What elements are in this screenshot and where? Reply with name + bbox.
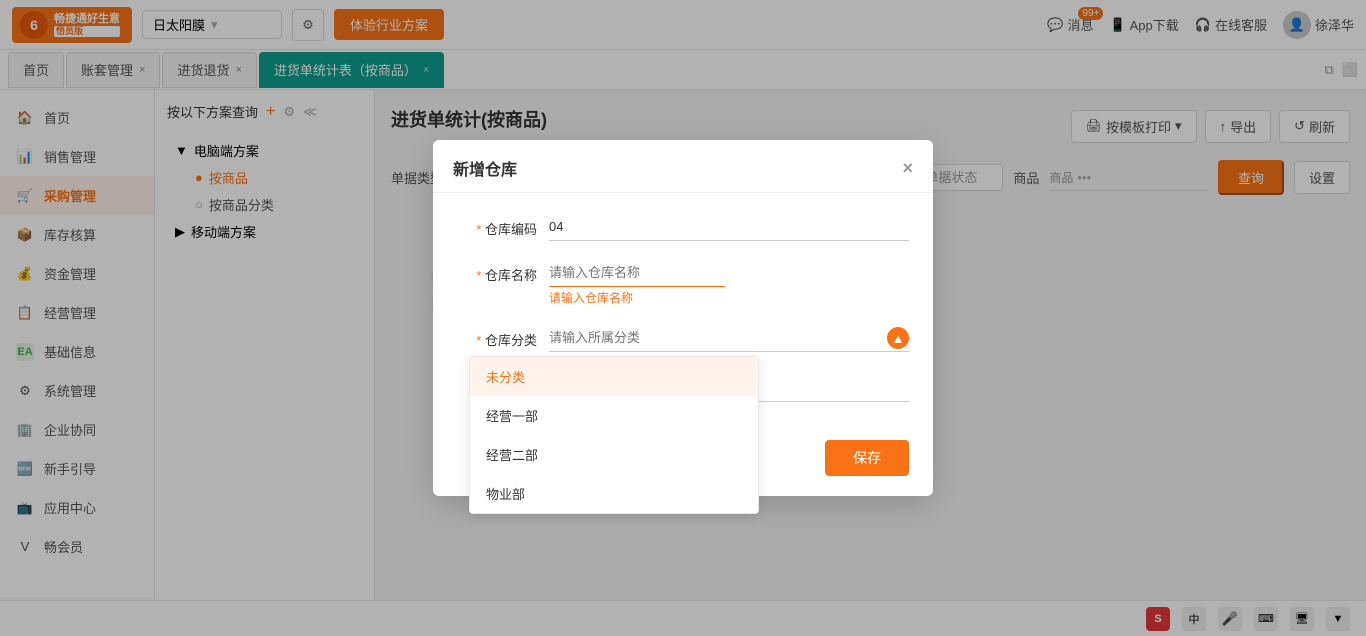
modal-body: 仓库编码 仓库名称 请输入仓库名称 仓库分类 ▲ 未分类 xyxy=(433,193,933,440)
dropdown-item-1[interactable]: 经营一部 xyxy=(470,396,758,435)
category-label: 仓库分类 xyxy=(457,324,537,349)
form-row-category: 仓库分类 ▲ 未分类 经营一部 经营二部 物业部 xyxy=(457,324,909,352)
modal-close-button[interactable]: × xyxy=(902,158,913,179)
form-row-name: 仓库名称 请输入仓库名称 xyxy=(457,259,909,306)
save-button[interactable]: 保存 xyxy=(825,440,909,476)
dropdown-toggle-btn[interactable]: ▲ xyxy=(887,327,909,349)
modal-overlay[interactable]: 新增仓库 × 仓库编码 仓库名称 请输入仓库名称 仓库分类 xyxy=(0,0,1366,636)
name-input[interactable] xyxy=(549,259,725,287)
code-input[interactable] xyxy=(549,213,909,241)
modal-title: 新增仓库 xyxy=(453,156,517,180)
name-label: 仓库名称 xyxy=(457,259,537,284)
category-dropdown-wrap: ▲ 未分类 经营一部 经营二部 物业部 xyxy=(549,324,909,352)
category-input[interactable] xyxy=(549,324,909,352)
dropdown-item-2[interactable]: 经营二部 xyxy=(470,435,758,474)
dropdown-item-3[interactable]: 物业部 xyxy=(470,474,758,513)
dropdown-item-0[interactable]: 未分类 xyxy=(470,357,758,396)
code-label: 仓库编码 xyxy=(457,213,537,238)
modal-header: 新增仓库 × xyxy=(433,140,933,193)
name-field-wrap: 请输入仓库名称 xyxy=(549,259,909,306)
form-row-code: 仓库编码 xyxy=(457,213,909,241)
dropdown-list: 未分类 经营一部 经营二部 物业部 xyxy=(469,356,759,514)
name-error-msg: 请输入仓库名称 xyxy=(549,289,909,306)
modal-add-warehouse: 新增仓库 × 仓库编码 仓库名称 请输入仓库名称 仓库分类 xyxy=(433,140,933,496)
